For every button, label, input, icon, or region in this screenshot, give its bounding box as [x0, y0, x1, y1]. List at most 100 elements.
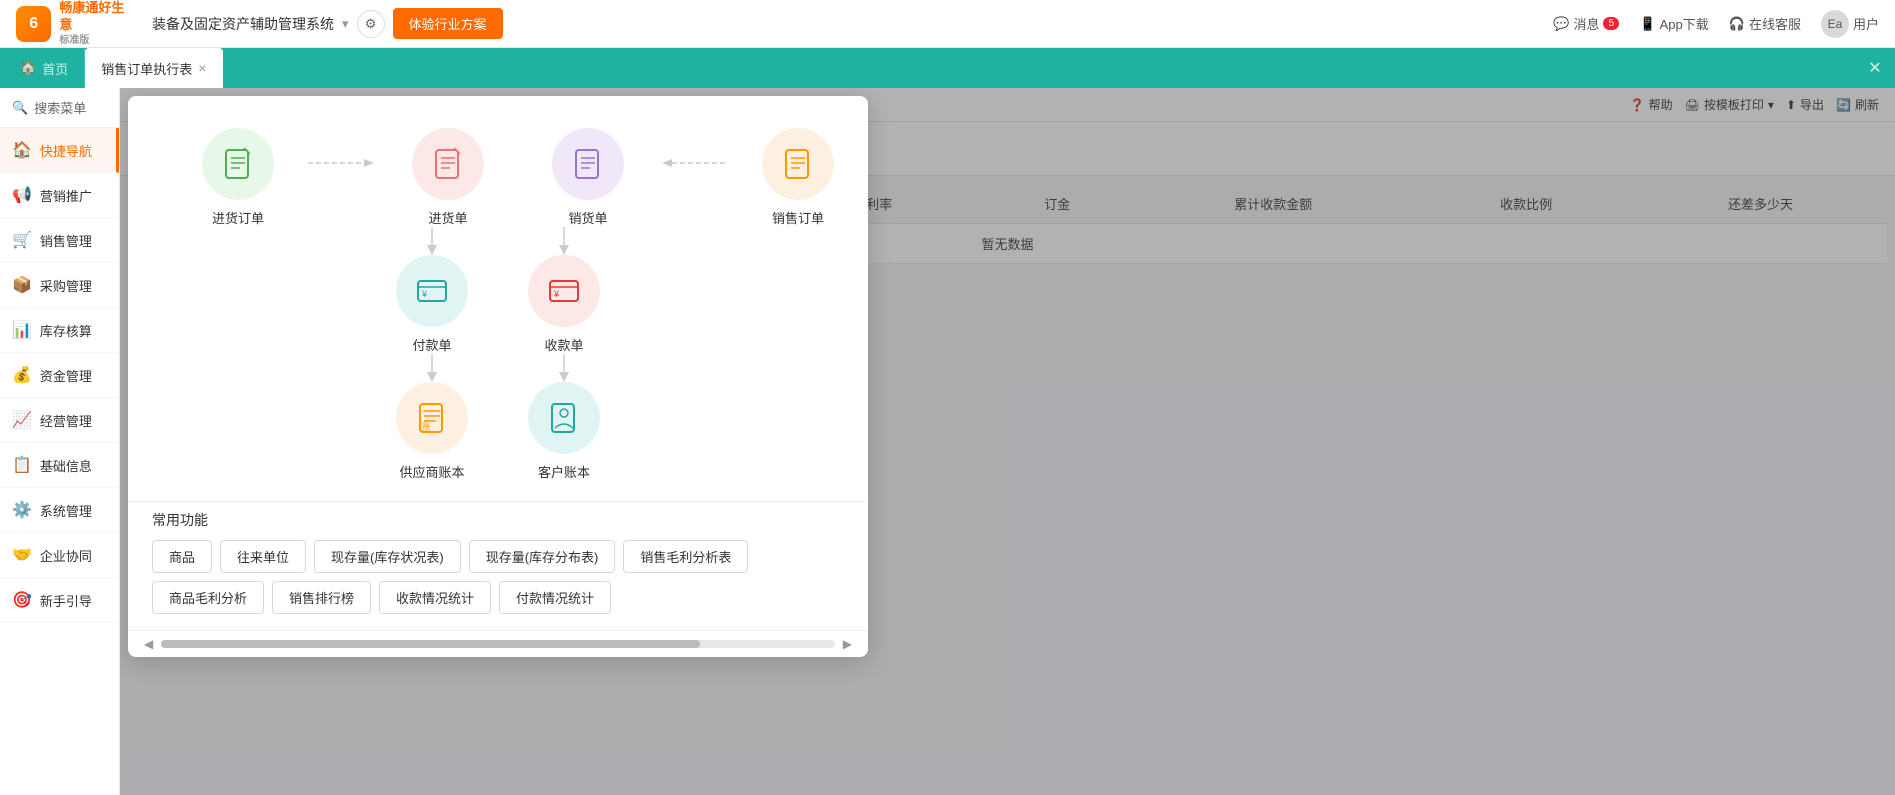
- flow-item-purchase-order[interactable]: 进货订单: [168, 128, 308, 227]
- cart-icon: 🛒: [12, 230, 32, 250]
- topbar-right: 💬 消息 5 📱 App下载 🎧 在线客服 Ea 用户: [1553, 10, 1879, 38]
- flow-item-supplier-account[interactable]: 账 供应商账本: [366, 382, 498, 481]
- home-icon: 🏠: [20, 60, 36, 76]
- phone-icon: 📱: [1639, 16, 1655, 32]
- app-download-button[interactable]: 📱 App下载: [1639, 14, 1708, 33]
- message-icon: 💬: [1553, 16, 1569, 32]
- tab-sales-order-execution[interactable]: 销售订单执行表 ×: [85, 48, 223, 88]
- chart-icon: 📊: [12, 320, 32, 340]
- trend-icon: 📈: [12, 410, 32, 430]
- common-function-button[interactable]: 商品: [152, 540, 212, 573]
- modal-overlay[interactable]: 进货订单 进货单: [120, 88, 1895, 795]
- sales-bill-icon: [552, 128, 624, 200]
- quick-nav-modal: 进货订单 进货单: [128, 96, 868, 657]
- tabbar: 🏠 首页 销售订单执行表 × ✕: [0, 48, 1895, 88]
- flow-item-sales-bill[interactable]: 销货单: [518, 128, 658, 227]
- modal-scrollbar: ◀ ▶: [128, 630, 868, 657]
- sidebar-item-marketing[interactable]: 📢 营销推广: [0, 173, 119, 218]
- common-function-button[interactable]: 收款情况统计: [379, 581, 491, 614]
- receipt-bill-icon: ¥: [528, 255, 600, 327]
- receipt-bill-label: 收款单: [544, 335, 583, 354]
- box-icon: 📦: [12, 275, 32, 295]
- purchase-bill-icon: [412, 128, 484, 200]
- scrollbar-thumb: [161, 640, 700, 648]
- main-layout: 🔍 快捷导航 搜索菜单 🏠 快捷导航 📢 营销推广 🛒 销售管理 📦 采购管理 …: [0, 88, 1895, 795]
- close-all-tabs-icon[interactable]: ✕: [1855, 48, 1895, 88]
- sidebar-item-inventory[interactable]: 📊 库存核算: [0, 308, 119, 353]
- sales-order-icon: [762, 128, 834, 200]
- common-function-button[interactable]: 销售毛利分析表: [623, 540, 748, 573]
- sidebar-item-basic[interactable]: 📋 基础信息: [0, 443, 119, 488]
- logo: 6 畅康通好生意 标准版: [16, 0, 136, 47]
- settings-icon[interactable]: ⚙: [357, 10, 385, 38]
- sales-bill-label: 销货单: [568, 208, 607, 227]
- common-function-button[interactable]: 付款情况统计: [499, 581, 611, 614]
- flow-item-receipt-bill[interactable]: ¥ 收款单: [498, 255, 630, 354]
- sales-order-label: 销售订单: [772, 208, 824, 227]
- common-function-button[interactable]: 销售排行榜: [272, 581, 371, 614]
- supplier-account-icon: 账: [396, 382, 468, 454]
- avatar: Ea: [1821, 10, 1849, 38]
- sidebar-item-newbie[interactable]: 🎯 新手引导: [0, 578, 119, 623]
- target-icon: 🎯: [12, 590, 32, 610]
- sidebar-item-quick-nav[interactable]: 🏠 快捷导航: [0, 128, 119, 173]
- scroll-right-icon[interactable]: ▶: [843, 637, 852, 651]
- customer-account-icon: [528, 382, 600, 454]
- list-icon: 📋: [12, 455, 32, 475]
- gear-icon: ⚙️: [12, 500, 32, 520]
- common-buttons-group: 商品往来单位现存量(库存状况表)现存量(库存分布表)销售毛利分析表商品毛利分析销…: [152, 540, 844, 614]
- handshake-icon: 🤝: [12, 545, 32, 565]
- tab-close-icon[interactable]: ×: [198, 60, 206, 76]
- megaphone-icon: 📢: [12, 185, 32, 205]
- common-functions-section: 常用功能 商品往来单位现存量(库存状况表)现存量(库存分布表)销售毛利分析表商品…: [128, 501, 868, 630]
- sidebar-item-finance[interactable]: 💰 资金管理: [0, 353, 119, 398]
- content-area: ❓ 帮助 🖨 按模板打印 ▾ ⬆ 导出 🔄 刷新 📅 单据状态 ▾ 查询: [120, 88, 1895, 795]
- sidebar: 🔍 快捷导航 搜索菜单 🏠 快捷导航 📢 营销推广 🛒 销售管理 📦 采购管理 …: [0, 88, 120, 795]
- system-name: 装备及固定资产辅助管理系统: [152, 14, 334, 34]
- money-icon: 💰: [12, 365, 32, 385]
- svg-text:¥: ¥: [553, 289, 560, 299]
- customer-account-label: 客户账本: [538, 462, 590, 481]
- sidebar-item-system[interactable]: ⚙️ 系统管理: [0, 488, 119, 533]
- purchase-order-label: 进货订单: [212, 208, 264, 227]
- user-menu[interactable]: Ea 用户: [1821, 10, 1879, 38]
- svg-text:账: 账: [422, 422, 431, 432]
- svg-text:¥: ¥: [421, 289, 428, 299]
- sidebar-item-purchase[interactable]: 📦 采购管理: [0, 263, 119, 308]
- common-functions-title: 常用功能: [152, 510, 844, 530]
- search-menu-button[interactable]: 🔍 快捷导航 搜索菜单: [0, 88, 119, 128]
- sidebar-item-sales[interactable]: 🛒 销售管理: [0, 218, 119, 263]
- supplier-account-label: 供应商账本: [399, 462, 464, 481]
- message-badge: 5: [1603, 17, 1619, 30]
- message-button[interactable]: 💬 消息 5: [1553, 14, 1619, 33]
- scroll-left-icon[interactable]: ◀: [144, 637, 153, 651]
- flow-item-payment-bill[interactable]: ¥ 付款单: [366, 255, 498, 354]
- logo-icon: 6: [16, 6, 51, 42]
- logo-text: 畅康通好生意 标准版: [59, 0, 136, 47]
- tab-home[interactable]: 🏠 首页: [4, 48, 85, 88]
- system-dropdown-icon[interactable]: ▾: [342, 16, 349, 32]
- common-function-button[interactable]: 现存量(库存状况表): [314, 540, 461, 573]
- search-label: 搜索菜单: [34, 98, 86, 117]
- home-icon: 🏠: [12, 140, 32, 160]
- flow-item-sales-order[interactable]: 销售订单: [728, 128, 868, 227]
- sidebar-item-operation[interactable]: 📈 经营管理: [0, 398, 119, 443]
- purchase-order-icon: [202, 128, 274, 200]
- topbar: 6 畅康通好生意 标准版 装备及固定资产辅助管理系统 ▾ ⚙ 体验行业方案 💬 …: [0, 0, 1895, 48]
- purchase-bill-label: 进货单: [428, 208, 467, 227]
- common-function-button[interactable]: 现存量(库存分布表): [469, 540, 616, 573]
- payment-bill-label: 付款单: [412, 335, 451, 354]
- common-function-button[interactable]: 商品毛利分析: [152, 581, 264, 614]
- flow-item-customer-account[interactable]: 客户账本: [498, 382, 630, 481]
- flow-section: 进货订单 进货单: [128, 96, 868, 501]
- headset-icon: 🎧: [1729, 16, 1745, 32]
- search-icon: 🔍: [12, 100, 28, 116]
- flow-item-purchase-bill[interactable]: 进货单: [378, 128, 518, 227]
- common-function-button[interactable]: 往来单位: [220, 540, 306, 573]
- online-service-button[interactable]: 🎧 在线客服: [1729, 14, 1801, 33]
- sidebar-item-cooperation[interactable]: 🤝 企业协同: [0, 533, 119, 578]
- scrollbar-track[interactable]: [161, 640, 835, 648]
- topbar-system: 装备及固定资产辅助管理系统 ▾ ⚙ 体验行业方案: [152, 8, 1553, 39]
- payment-bill-icon: ¥: [396, 255, 468, 327]
- experience-button[interactable]: 体验行业方案: [393, 8, 503, 39]
